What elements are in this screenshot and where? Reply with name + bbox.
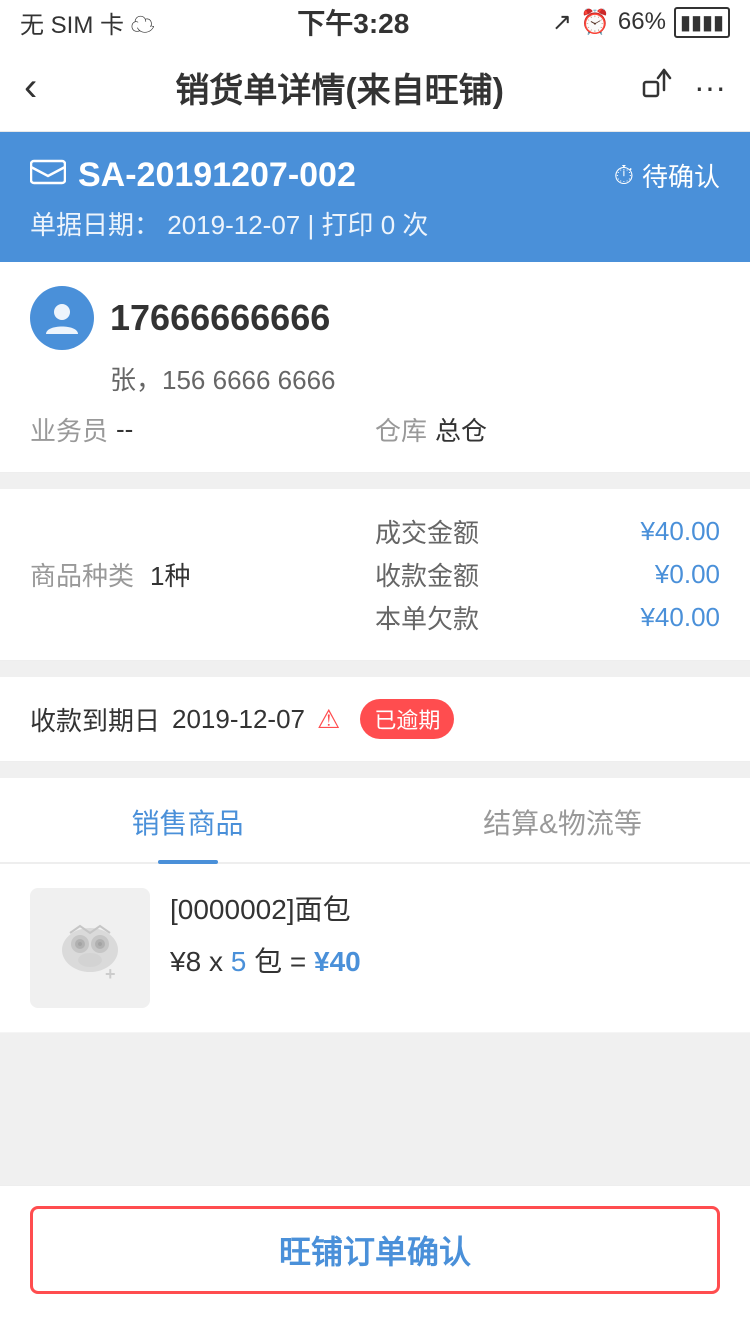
warehouse-item: 仓库 总仓 (375, 411, 720, 448)
product-info: [0000002]面包 ¥8 x 5 包 = ¥40 (170, 888, 720, 980)
due-date-card: 收款到期日 2019-12-07 ⚠ 已逾期 (0, 677, 750, 762)
customer-card: 17666666666 张，156 6666 6666 业务员 -- 仓库 总仓 (0, 262, 750, 473)
arrears-row: 本单欠款 ¥40.00 (375, 599, 720, 636)
customer-phone: 17666666666 (110, 297, 330, 339)
status-bar-right: ↗ ⏰ 66% ▮▮▮▮ (552, 7, 730, 38)
transaction-label: 成交金额 (375, 513, 479, 550)
product-name: [0000002]面包 (170, 888, 720, 928)
status-bar-left: 无 SIM 卡 ☁ (20, 5, 155, 40)
nav-bar-right: ··· (642, 68, 726, 107)
collection-label: 收款金额 (375, 556, 479, 593)
svg-text:+: + (105, 964, 116, 984)
product-type-label: 商品种类 (30, 556, 134, 593)
share-button[interactable] (642, 68, 674, 107)
transaction-value: ¥40.00 (640, 516, 720, 547)
warning-icon: ⚠ (317, 704, 340, 735)
product-thumbnail: + (30, 888, 150, 1008)
equals-sign: = (290, 946, 314, 977)
quantity: 5 (231, 946, 247, 977)
total-price: ¥40 (314, 946, 361, 977)
amount-section: 成交金额 ¥40.00 收款金额 ¥0.00 本单欠款 ¥40.00 (375, 513, 720, 636)
tabs-bar: 销售商品 结算&物流等 (0, 778, 750, 864)
product-type-value: 1种 (150, 556, 190, 593)
sim-status: 无 SIM 卡 ☁ (20, 5, 155, 40)
due-date-value: 2019-12-07 (172, 704, 305, 735)
order-status: ⏱ 待确认 (614, 157, 720, 194)
battery-level: 66% (618, 8, 666, 36)
order-header: SA-20191207-002 ⏱ 待确认 单据日期： 2019-12-07 |… (0, 132, 750, 262)
status-label: 待确认 (642, 157, 720, 194)
collection-row: 收款金额 ¥0.00 (375, 556, 720, 593)
alarm-icon: ⏰ (580, 8, 610, 37)
tab-settlement[interactable]: 结算&物流等 (375, 778, 750, 862)
multiply-sign: x (209, 946, 231, 977)
page-title: 销货单详情(来自旺铺) (175, 63, 504, 112)
product-item: + [0000002]面包 ¥8 x 5 包 = ¥40 (0, 864, 750, 1033)
salesperson-label: 业务员 (30, 411, 108, 448)
customer-name: 张，156 6666 6666 (30, 360, 720, 397)
salesperson-item: 业务员 -- (30, 411, 375, 448)
avatar (30, 286, 94, 350)
back-button[interactable]: ‹ (24, 65, 37, 110)
product-type-section: 商品种类 1种 (30, 513, 375, 636)
status-bar: 无 SIM 卡 ☁ 下午3:28 ↗ ⏰ 66% ▮▮▮▮ (0, 0, 750, 44)
nav-bar: ‹ 销货单详情(来自旺铺) ··· (0, 44, 750, 132)
customer-meta: 业务员 -- 仓库 总仓 (30, 411, 720, 448)
tab-products[interactable]: 销售商品 (0, 778, 375, 862)
bottom-bar: 旺铺订单确认 (0, 1185, 750, 1334)
warehouse-value: 总仓 (435, 411, 487, 448)
product-price-line: ¥8 x 5 包 = ¥40 (170, 940, 720, 980)
arrears-label: 本单欠款 (375, 599, 479, 636)
product-list: + [0000002]面包 ¥8 x 5 包 = ¥40 (0, 864, 750, 1033)
location-icon: ↗ (552, 8, 572, 37)
more-button[interactable]: ··· (694, 69, 726, 106)
warehouse-label: 仓库 (375, 411, 427, 448)
salesperson-value: -- (116, 414, 133, 445)
collection-value: ¥0.00 (655, 559, 720, 590)
order-date: 单据日期： 2019-12-07 | 打印 0 次 (30, 205, 720, 242)
order-number: SA-20191207-002 (78, 156, 356, 195)
summary-card: 商品种类 1种 成交金额 ¥40.00 收款金额 ¥0.00 本单欠款 ¥40.… (0, 489, 750, 661)
transaction-row: 成交金额 ¥40.00 (375, 513, 720, 550)
due-date-label: 收款到期日 (30, 701, 160, 738)
unit-price: ¥8 (170, 946, 201, 977)
overdue-badge: 已逾期 (360, 699, 454, 739)
nav-bar-left: ‹ (24, 65, 37, 110)
confirm-button[interactable]: 旺铺订单确认 (30, 1206, 720, 1294)
battery-icon: ▮▮▮▮ (674, 7, 730, 38)
unit: 包 (254, 946, 282, 977)
order-header-top: SA-20191207-002 ⏱ 待确认 (30, 156, 720, 195)
status-bar-time: 下午3:28 (297, 2, 409, 42)
clock-icon: ⏱ (614, 160, 634, 192)
arrears-value: ¥40.00 (640, 602, 720, 633)
customer-info-top: 17666666666 (30, 286, 720, 350)
